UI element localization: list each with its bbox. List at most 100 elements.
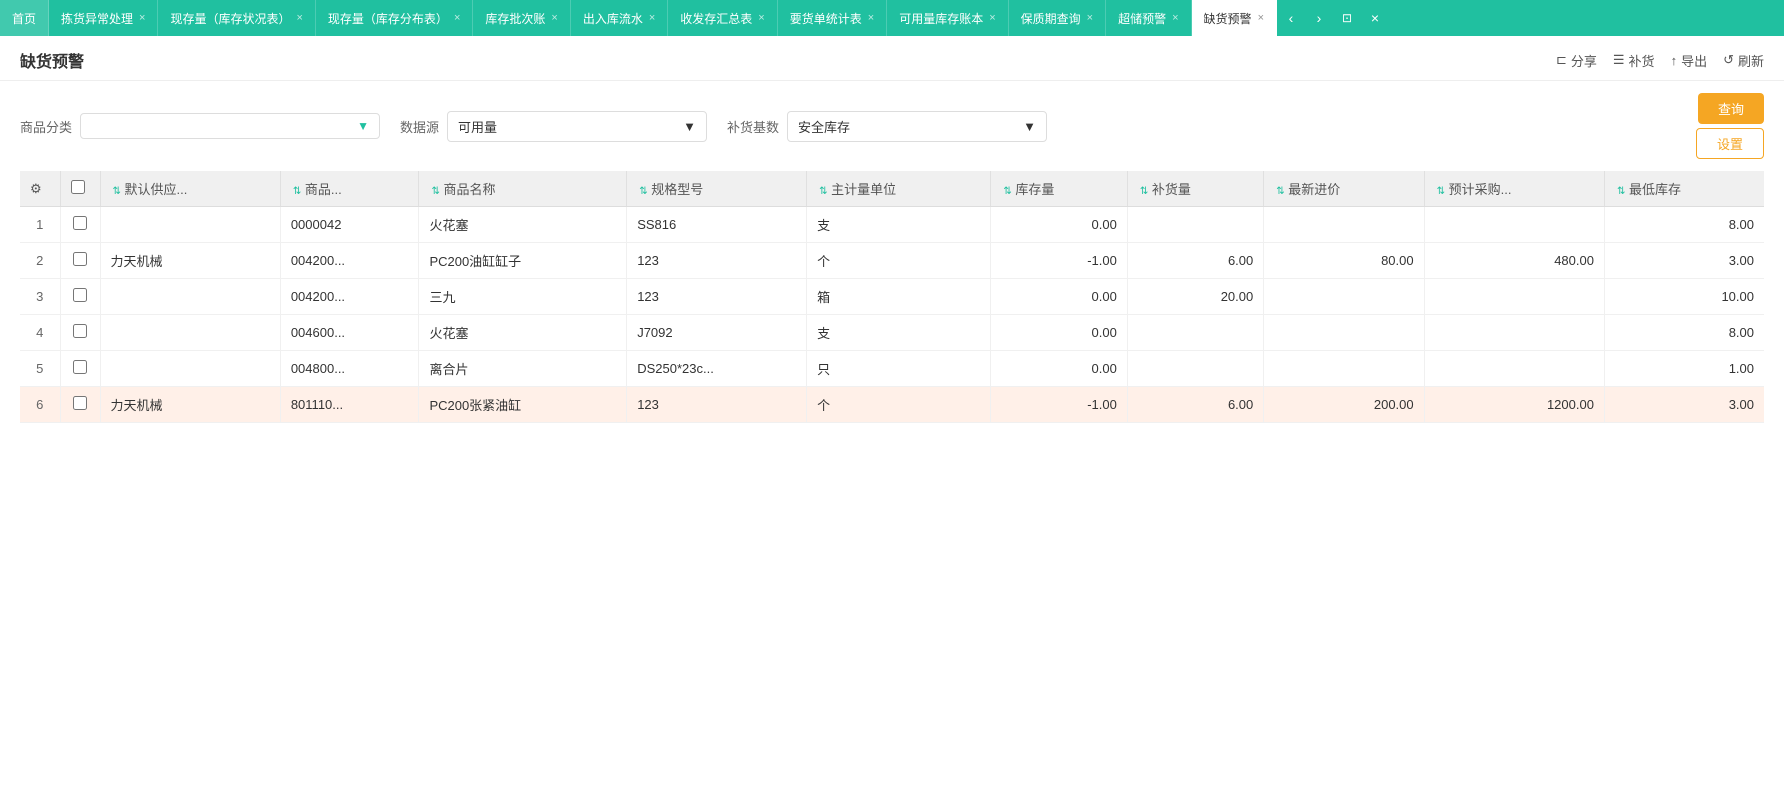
tab-inventory-dist[interactable]: 现存量（库存分布表） ×: [316, 0, 473, 36]
row-select-4[interactable]: [73, 324, 87, 338]
cell-latest-price-6: 200.00: [1264, 387, 1424, 423]
cell-spec-1: SS816: [627, 207, 807, 243]
tab-summary[interactable]: 收发存汇总表 ×: [668, 0, 777, 36]
tab-expiry[interactable]: 保质期查询 ×: [1009, 0, 1106, 36]
cell-supplier-4: [100, 315, 280, 351]
row-checkbox-4[interactable]: [60, 315, 100, 351]
th-gear[interactable]: ⚙: [20, 171, 60, 207]
supplement-icon: ☰: [1613, 52, 1625, 68]
cell-goods-name-4: 火花塞: [419, 315, 627, 351]
th-default-supplier: ⇅ 默认供应...: [100, 171, 280, 207]
tab-close-batch-account[interactable]: ×: [551, 12, 557, 24]
cell-latest-price-4: [1264, 315, 1424, 351]
table-row: 5 004800... 离合片 DS250*23c... 只 0.00 1.00: [20, 351, 1764, 387]
tab-restore-btn[interactable]: ⊡: [1333, 0, 1361, 36]
cell-goods-code-1: 0000042: [280, 207, 419, 243]
tab-picking[interactable]: 拣货异常处理 ×: [49, 0, 158, 36]
cell-goods-name-1: 火花塞: [419, 207, 627, 243]
cell-stock-6: -1.00: [991, 387, 1127, 423]
tab-requisition[interactable]: 要货单统计表 ×: [778, 0, 887, 36]
tab-close-picking[interactable]: ×: [139, 12, 145, 24]
sort-icon-replenish: ⇅: [1140, 186, 1148, 197]
tab-close-expiry[interactable]: ×: [1087, 12, 1093, 24]
row-checkbox-5[interactable]: [60, 351, 100, 387]
th-checkbox[interactable]: [60, 171, 100, 207]
cell-goods-code-5: 004800...: [280, 351, 419, 387]
select-all-checkbox[interactable]: [71, 180, 85, 194]
row-checkbox-6[interactable]: [60, 387, 100, 423]
tab-close-flow[interactable]: ×: [649, 12, 655, 24]
table-row: 2 力天机械 004200... PC200油缸缸子 123 个 -1.00 6…: [20, 243, 1764, 279]
tab-inventory-status[interactable]: 现存量（库存状况表） ×: [158, 0, 315, 36]
tab-prev-btn[interactable]: ‹: [1277, 0, 1305, 36]
replenish-basis-value: 安全库存: [798, 117, 850, 136]
row-checkbox-3[interactable]: [60, 279, 100, 315]
tab-close-requisition[interactable]: ×: [868, 12, 874, 24]
row-select-6[interactable]: [73, 396, 87, 410]
share-button[interactable]: ⊏ 分享: [1556, 51, 1597, 70]
tab-bar: 首页 拣货异常处理 × 现存量（库存状况表） × 现存量（库存分布表） × 库存…: [0, 0, 1784, 36]
cell-spec-4: J7092: [627, 315, 807, 351]
goods-category-filter: 商品分类 ▼: [20, 113, 380, 139]
row-checkbox-1[interactable]: [60, 207, 100, 243]
cell-min-stock-5: 1.00: [1604, 351, 1764, 387]
cell-goods-name-6: PC200张紧油缸: [419, 387, 627, 423]
settings-button[interactable]: 设置: [1696, 128, 1764, 159]
row-select-3[interactable]: [73, 288, 87, 302]
cell-spec-5: DS250*23c...: [627, 351, 807, 387]
sort-icon-goods-code: ⇅: [293, 186, 301, 197]
sort-icon-supplier: ⇅: [113, 186, 121, 197]
query-button[interactable]: 查询: [1698, 93, 1764, 124]
row-select-5[interactable]: [73, 360, 87, 374]
tab-close-inventory-status[interactable]: ×: [296, 12, 302, 24]
share-icon: ⊏: [1556, 52, 1567, 68]
export-icon: ↑: [1671, 53, 1678, 68]
row-checkbox-2[interactable]: [60, 243, 100, 279]
page-title: 缺货预警: [20, 48, 84, 72]
tab-shortage[interactable]: 缺货预警 ×: [1192, 0, 1277, 36]
row-select-2[interactable]: [73, 252, 87, 266]
tab-home[interactable]: 首页: [0, 0, 49, 36]
data-source-select[interactable]: 可用量 ▼: [447, 111, 707, 142]
tab-close-inventory-dist[interactable]: ×: [454, 12, 460, 24]
replenish-basis-select[interactable]: 安全库存 ▼: [787, 111, 1047, 142]
refresh-button[interactable]: ↺ 刷新: [1723, 51, 1764, 70]
cell-estimated-purchase-3: [1424, 279, 1604, 315]
cell-min-stock-4: 8.00: [1604, 315, 1764, 351]
cell-replenish-2: 6.00: [1127, 243, 1263, 279]
tab-next-btn[interactable]: ›: [1305, 0, 1333, 36]
replenish-basis-label: 补货基数: [727, 117, 779, 136]
gear-icon: ⚙: [30, 181, 42, 196]
tab-close-available-ledger[interactable]: ×: [989, 12, 995, 24]
row-select-1[interactable]: [73, 216, 87, 230]
tab-batch-account[interactable]: 库存批次账 ×: [473, 0, 570, 36]
tab-overstock[interactable]: 超储预警 ×: [1106, 0, 1191, 36]
cell-supplier-5: [100, 351, 280, 387]
tab-close-shortage[interactable]: ×: [1258, 12, 1264, 24]
tab-close-all-btn[interactable]: ×: [1361, 0, 1389, 36]
tab-close-overstock[interactable]: ×: [1172, 12, 1178, 24]
sort-icon-min-stock: ⇅: [1617, 186, 1625, 197]
cell-min-stock-6: 3.00: [1604, 387, 1764, 423]
th-min-stock: ⇅ 最低库存: [1604, 171, 1764, 207]
th-spec: ⇅ 规格型号: [627, 171, 807, 207]
cell-estimated-purchase-4: [1424, 315, 1604, 351]
supplement-button[interactable]: ☰ 补货: [1613, 51, 1655, 70]
cell-supplier-2: 力天机械: [100, 243, 280, 279]
tab-flow[interactable]: 出入库流水 ×: [571, 0, 668, 36]
tab-close-summary[interactable]: ×: [758, 12, 764, 24]
row-num-2: 2: [20, 243, 60, 279]
cell-goods-code-6: 801110...: [280, 387, 419, 423]
th-goods-code: ⇅ 商品...: [280, 171, 419, 207]
tab-available-ledger[interactable]: 可用量库存账本 ×: [887, 0, 1008, 36]
cell-stock-3: 0.00: [991, 279, 1127, 315]
cell-spec-2: 123: [627, 243, 807, 279]
cell-latest-price-2: 80.00: [1264, 243, 1424, 279]
export-button[interactable]: ↑ 导出: [1671, 51, 1708, 70]
data-source-arrow-icon: ▼: [683, 119, 696, 134]
table-row: 6 力天机械 801110... PC200张紧油缸 123 个 -1.00 6…: [20, 387, 1764, 423]
cell-latest-price-3: [1264, 279, 1424, 315]
cell-goods-name-5: 离合片: [419, 351, 627, 387]
goods-category-select[interactable]: ▼: [80, 113, 380, 139]
row-num-1: 1: [20, 207, 60, 243]
